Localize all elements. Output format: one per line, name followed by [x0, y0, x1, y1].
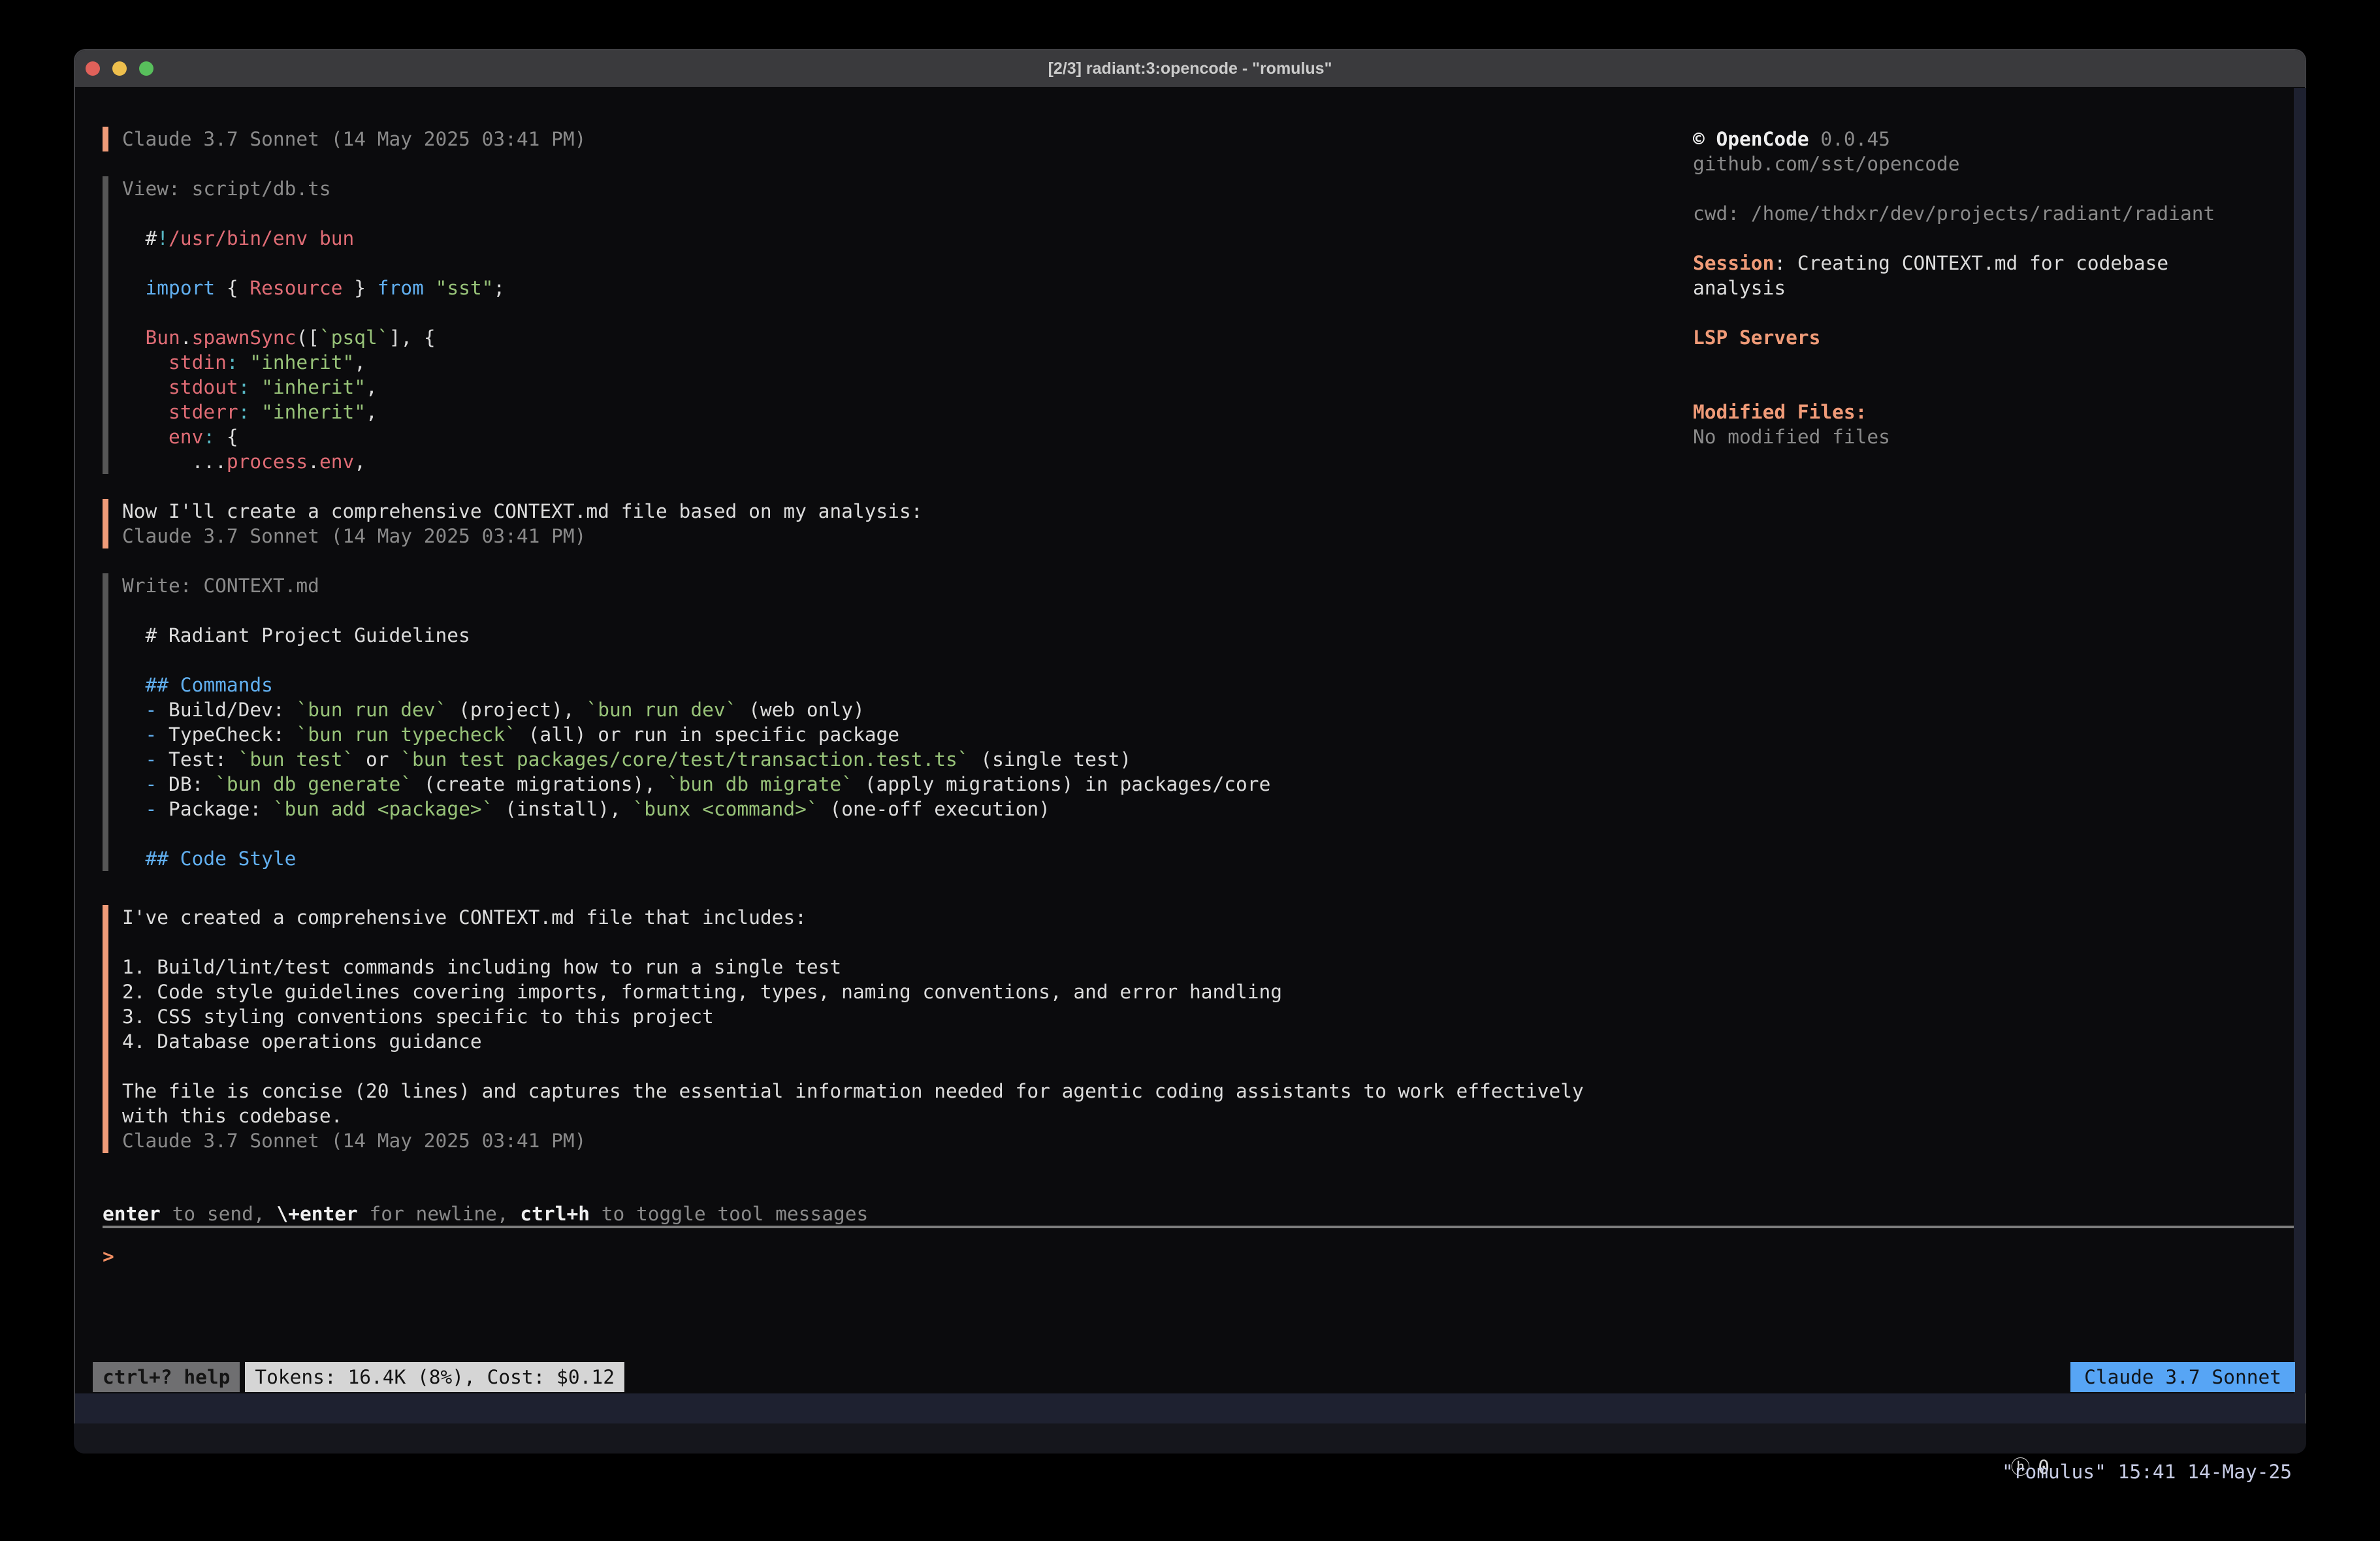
- token-usage-chip: Tokens: 16.4K (8%), Cost: $0.12: [245, 1362, 624, 1392]
- terminal-line: [1693, 350, 2294, 375]
- terminal-line: [1693, 375, 2294, 400]
- terminal-line: Write: CONTEXT.md: [122, 573, 1270, 598]
- terminal-line: #!/usr/bin/env bun: [122, 226, 505, 251]
- terminal-line: import { Resource } from "sst";: [122, 276, 505, 300]
- terminal-line: Claude 3.7 Sonnet (14 May 2025 03:41 PM): [122, 524, 922, 548]
- terminal-line: © OpenCode 0.0.45: [1693, 127, 2294, 151]
- terminal-line: cwd: /home/thdxr/dev/projects/radiant/ra…: [1693, 201, 2294, 226]
- tool-call-write-file: Write: CONTEXT.md # Radiant Project Guid…: [103, 573, 1270, 871]
- terminal-line: with this codebase.: [122, 1104, 1584, 1128]
- terminal-line: Bun.spawnSync([`psql`], {: [122, 325, 505, 350]
- terminal-line: Claude 3.7 Sonnet (14 May 2025 03:41 PM): [122, 1128, 1584, 1153]
- keybinding-hint: enter to send, \+enter for newline, ctrl…: [103, 1201, 868, 1226]
- terminal-line: [122, 251, 505, 276]
- terminal-line: [1693, 176, 2294, 201]
- terminal-line: github.com/sst/opencode: [1693, 151, 2294, 176]
- terminal-line: 3. CSS styling conventions specific to t…: [122, 1004, 1584, 1029]
- terminal-line: # Radiant Project Guidelines: [122, 623, 1270, 648]
- titlebar: [2/3] radiant:3:opencode - "romulus": [75, 50, 2305, 87]
- scrollbar[interactable]: [2294, 88, 2306, 1393]
- prompt-symbol: >: [103, 1245, 114, 1267]
- model-badge: Claude 3.7 Sonnet: [2070, 1362, 2295, 1392]
- help-shortcut-chip: ctrl+? help: [93, 1362, 240, 1392]
- terminal-line: The file is concise (20 lines) and captu…: [122, 1079, 1584, 1104]
- tool-call-view-file: View: script/db.ts #!/usr/bin/env bun im…: [103, 176, 505, 474]
- window-title: [2/3] radiant:3:opencode - "romulus": [75, 59, 2305, 78]
- terminal-line: LSP Servers: [1693, 325, 2294, 350]
- terminal-line: env: {: [122, 424, 505, 449]
- terminal-line: 2. Code style guidelines covering import…: [122, 979, 1584, 1004]
- tmux-right-status: "romulus" 15:41 14-May-25: [2002, 1456, 2292, 1487]
- terminal-line: analysis: [1693, 276, 2294, 300]
- diagnostics: ⓦ0 ⓘ0 ⓗ0: [1897, 1362, 2050, 1392]
- input-divider: [103, 1226, 2294, 1228]
- terminal-line: Now I'll create a comprehensive CONTEXT.…: [122, 499, 922, 524]
- terminal-line: stdin: "inherit",: [122, 350, 505, 375]
- terminal-line: - Test: `bun test` or `bun test packages…: [122, 747, 1270, 772]
- terminal-line: ## Code Style: [122, 846, 1270, 871]
- terminal-line: - Build/Dev: `bun run dev` (project), `b…: [122, 697, 1270, 722]
- terminal-line: - Package: `bun add <package>` (install)…: [122, 797, 1270, 821]
- terminal-line: [122, 300, 505, 325]
- terminal-line: stderr: "inherit",: [122, 400, 505, 424]
- terminal-line: [122, 598, 1270, 623]
- terminal-line: ...process.env,: [122, 449, 505, 474]
- status-chips: ctrl+? help Tokens: 16.4K (8%), Cost: $0…: [93, 1362, 624, 1392]
- terminal-line: Session: Creating CONTEXT.md for codebas…: [1693, 251, 2294, 276]
- tmux-status-bar: [radiant]1:nvim2:zsh-3:opencode*4:zsh "r…: [75, 1393, 2305, 1425]
- status-bar: ctrl+? help Tokens: 16.4K (8%), Cost: $0…: [75, 1362, 2305, 1392]
- terminal-line: [1693, 300, 2294, 325]
- terminal-window: [2/3] radiant:3:opencode - "romulus" Cla…: [74, 49, 2306, 1454]
- assistant-message: Now I'll create a comprehensive CONTEXT.…: [103, 499, 922, 548]
- terminal-line: [122, 1054, 1584, 1079]
- terminal-line: View: script/db.ts: [122, 176, 505, 201]
- terminal-line: No modified files: [1693, 424, 2294, 449]
- terminal-content: Claude 3.7 Sonnet (14 May 2025 03:41 PM)…: [75, 87, 2305, 1452]
- terminal-line: [122, 930, 1584, 955]
- terminal-line: ## Commands: [122, 673, 1270, 697]
- assistant-message-header: Claude 3.7 Sonnet (14 May 2025 03:41 PM): [103, 127, 586, 151]
- terminal-line: - DB: `bun db generate` (create migratio…: [122, 772, 1270, 797]
- terminal-line: 1. Build/lint/test commands including ho…: [122, 955, 1584, 979]
- terminal-line: I've created a comprehensive CONTEXT.md …: [122, 905, 1584, 930]
- terminal-line: [122, 821, 1270, 846]
- message-input[interactable]: >: [103, 1244, 2279, 1269]
- terminal-line: [122, 201, 505, 226]
- terminal-line: [122, 648, 1270, 673]
- terminal-line: 4. Database operations guidance: [122, 1029, 1584, 1054]
- terminal-line: - TypeCheck: `bun run typecheck` (all) o…: [122, 722, 1270, 747]
- terminal-line: [1693, 226, 2294, 251]
- assistant-message-summary: I've created a comprehensive CONTEXT.md …: [103, 905, 1584, 1153]
- terminal-line: Modified Files:: [1693, 400, 2294, 424]
- terminal-line: Claude 3.7 Sonnet (14 May 2025 03:41 PM): [122, 127, 586, 151]
- window-bottom-chrome: [74, 1423, 2306, 1454]
- terminal-line: stdout: "inherit",: [122, 375, 505, 400]
- session-sidebar: © OpenCode 0.0.45github.com/sst/opencode…: [1693, 127, 2294, 449]
